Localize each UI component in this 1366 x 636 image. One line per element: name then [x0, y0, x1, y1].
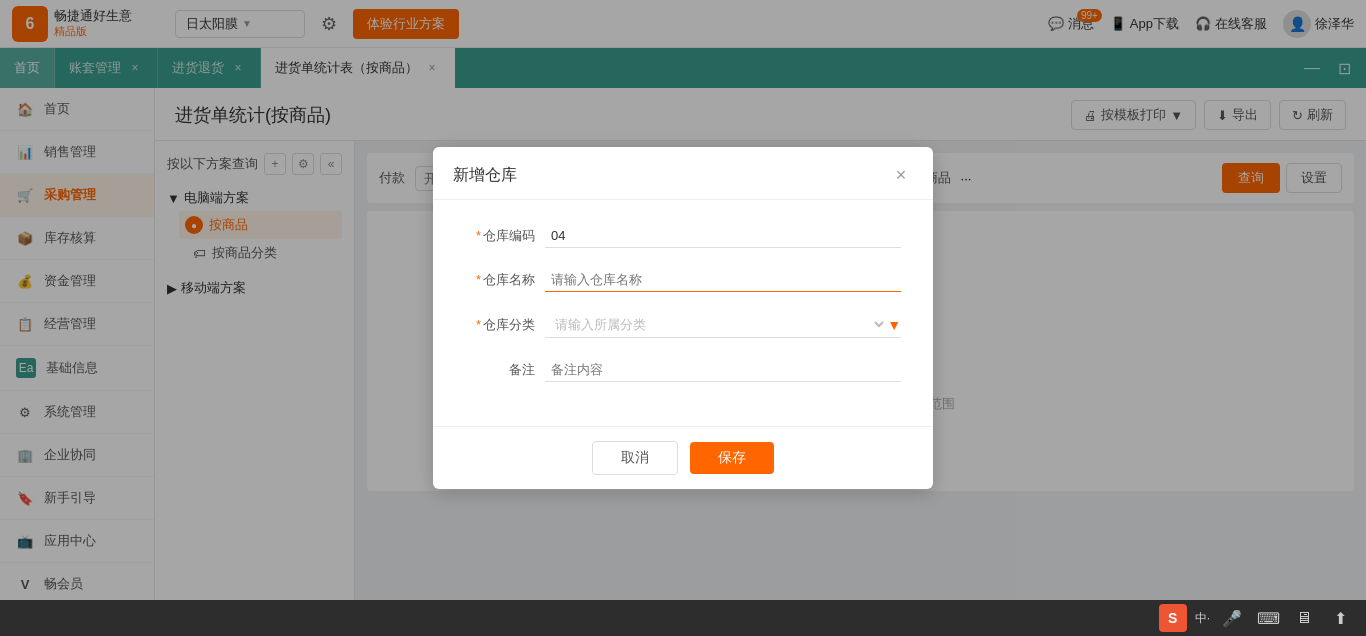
- note-label: 备注: [465, 361, 545, 379]
- new-warehouse-dialog: 新增仓库 × 仓库编码 仓库名称 仓库分类 请输入所属分类 ▼: [433, 147, 933, 489]
- form-row-category: 仓库分类 请输入所属分类 ▼: [465, 312, 901, 338]
- microphone-icon[interactable]: 🎤: [1218, 604, 1246, 632]
- dialog-footer: 取消 保存: [433, 426, 933, 489]
- code-input[interactable]: [545, 224, 901, 248]
- dialog-overlay[interactable]: 新增仓库 × 仓库编码 仓库名称 仓库分类 请输入所属分类 ▼: [0, 0, 1366, 636]
- note-input[interactable]: [545, 358, 901, 382]
- dialog-header: 新增仓库 ×: [433, 147, 933, 200]
- upload-icon[interactable]: ⬆: [1326, 604, 1354, 632]
- category-select-wrapper: 请输入所属分类 ▼: [545, 312, 901, 338]
- name-label: 仓库名称: [465, 271, 545, 289]
- dialog-title: 新增仓库: [453, 165, 517, 186]
- form-row-name: 仓库名称: [465, 268, 901, 292]
- dialog-body: 仓库编码 仓库名称 仓库分类 请输入所属分类 ▼ 备注: [433, 200, 933, 426]
- keyboard-icon[interactable]: ⌨: [1254, 604, 1282, 632]
- form-row-code: 仓库编码: [465, 224, 901, 248]
- cancel-button[interactable]: 取消: [592, 441, 678, 475]
- save-button[interactable]: 保存: [690, 442, 774, 474]
- form-row-note: 备注: [465, 358, 901, 382]
- dialog-close-button[interactable]: ×: [889, 163, 913, 187]
- monitor-icon[interactable]: 🖥: [1290, 604, 1318, 632]
- s-logo: S: [1159, 604, 1187, 632]
- bottombar: S 中· 🎤 ⌨ 🖥 ⬆: [0, 600, 1366, 636]
- name-input[interactable]: [545, 268, 901, 292]
- code-label: 仓库编码: [465, 227, 545, 245]
- category-label: 仓库分类: [465, 316, 545, 334]
- bottom-text: 中·: [1195, 610, 1210, 627]
- category-select[interactable]: 请输入所属分类: [545, 312, 887, 337]
- category-dropdown-icon[interactable]: ▼: [887, 317, 901, 333]
